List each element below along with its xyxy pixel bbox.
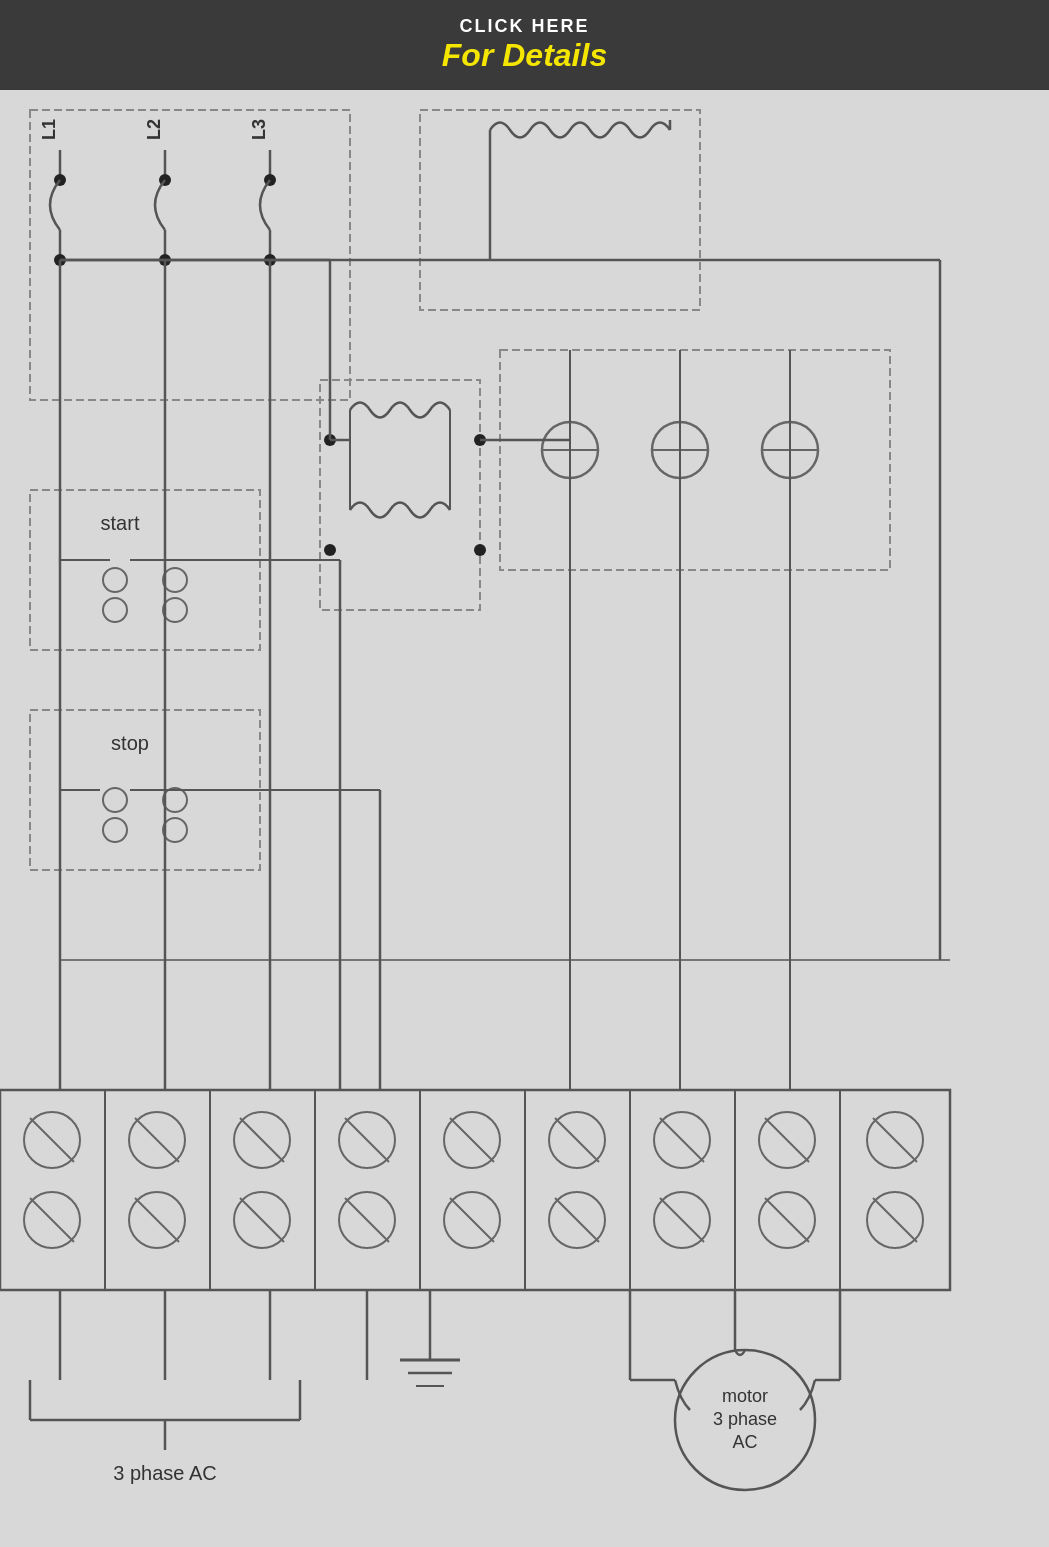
svg-text:L1: L1 (39, 119, 59, 140)
svg-text:stop: stop (111, 732, 149, 754)
click-here-text: CLICK HERE (459, 16, 589, 37)
svg-text:motor: motor (722, 1386, 768, 1406)
diagram-area: L1 L2 L3 (0, 90, 1049, 1547)
svg-text:AC: AC (732, 1432, 757, 1452)
header-banner[interactable]: CLICK HERE For Details (0, 0, 1049, 90)
for-details-text: For Details (442, 37, 607, 74)
svg-rect-0 (0, 90, 1049, 1547)
svg-text:L3: L3 (249, 119, 269, 140)
svg-text:3 phase: 3 phase (713, 1409, 777, 1429)
svg-point-36 (474, 544, 486, 556)
svg-text:L2: L2 (144, 119, 164, 140)
svg-point-35 (324, 544, 336, 556)
svg-text:3 phase AC: 3 phase AC (113, 1462, 216, 1484)
svg-text:start: start (101, 512, 140, 534)
